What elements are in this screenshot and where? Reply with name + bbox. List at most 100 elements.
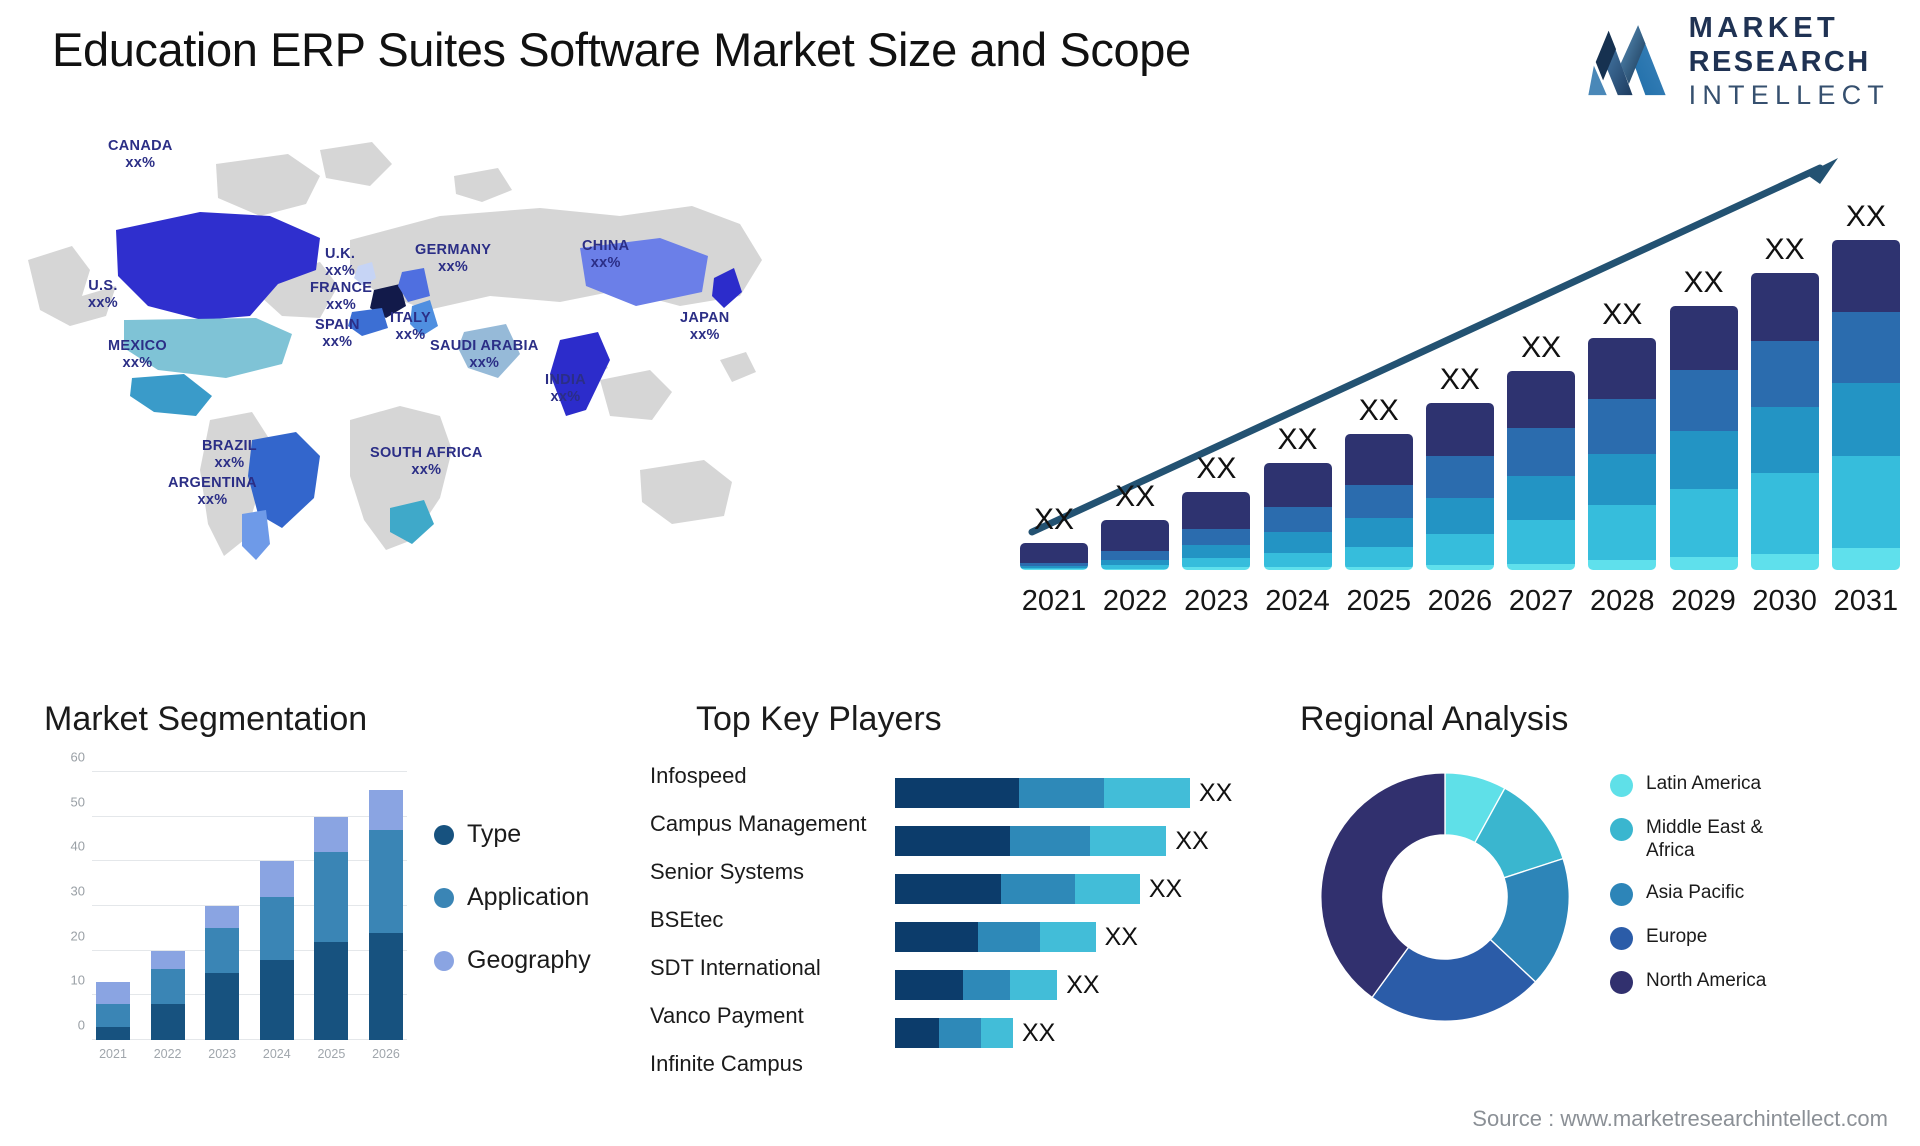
market-size-forecast-chart: XX XX XX XX XX XX XX XX XX XX XX 2021 2022 2023 2024 2… — [1020, 140, 1900, 620]
forecast-segment-segment-3 — [1263, 532, 1332, 553]
legend-label: Middle East & Africa — [1646, 817, 1764, 862]
legend-label: Latin America — [1646, 773, 1762, 794]
forecast-segment-segment-5 — [1344, 434, 1413, 485]
segmentation-segment-application — [96, 1004, 130, 1027]
player-bar: XX — [895, 922, 1138, 952]
forecast-bar-stack — [1669, 306, 1738, 570]
segmentation-y-tick: 0 — [77, 1017, 85, 1033]
forecast-segment-segment-2 — [1263, 552, 1332, 568]
players-title: Top Key Players — [696, 700, 942, 738]
forecast-bar-2030: XX — [1750, 233, 1819, 570]
forecast-bar-stack — [1101, 519, 1170, 570]
country-argentina — [242, 510, 270, 560]
segmentation-bar-2022 — [150, 950, 185, 1040]
legend-dot-latin-america — [1610, 774, 1633, 797]
forecast-bar-2021: XX — [1020, 502, 1088, 570]
regional-donut-chart — [1320, 772, 1570, 1022]
forecast-bar-value: XX — [1521, 331, 1562, 365]
forecast-bar-2024: XX — [1263, 423, 1332, 570]
forecast-bar-stack — [1588, 338, 1657, 570]
forecast-bar-value: XX — [1033, 502, 1075, 536]
regional-legend-item: Latin America — [1610, 772, 1811, 797]
forecast-bar-2031: XX — [1831, 200, 1900, 570]
segmentation-segment-geography — [368, 789, 403, 831]
player-bar: XX — [895, 970, 1100, 1000]
player-segment-seg-a — [895, 1018, 940, 1048]
forecast-bar-value: XX — [1439, 363, 1480, 397]
player-segment-seg-b — [1010, 826, 1090, 856]
forecast-segment-segment-1 — [1507, 563, 1576, 570]
forecast-segment-segment-1 — [1344, 567, 1413, 570]
forecast-segment-segment-4 — [1507, 427, 1576, 476]
regional-legend-item: Asia Pacific — [1610, 881, 1811, 907]
forecast-segment-segment-5 — [1182, 492, 1251, 529]
country-mexico — [130, 374, 212, 416]
forecast-segment-segment-1 — [1831, 548, 1900, 570]
forecast-segment-segment-4 — [1750, 340, 1819, 407]
regional-legend-item: Europe — [1610, 925, 1811, 951]
legend-dot-europe — [1610, 927, 1633, 951]
forecast-bar-stack — [1831, 240, 1900, 570]
segmentation-bar-2025 — [314, 816, 349, 1040]
forecast-segment-segment-3 — [1425, 497, 1494, 535]
forecast-segment-segment-1 — [1669, 557, 1738, 570]
legend-dot-application — [434, 887, 454, 908]
market-segmentation-panel: Market Segmentation 0 10 20 30 40 50 60 2021 20… — [44, 700, 644, 1100]
segmentation-y-tick: 30 — [70, 883, 85, 899]
forecast-segment-segment-5 — [1669, 306, 1738, 371]
segmentation-segment-type — [314, 941, 349, 1040]
map-label-india: INDIA xx% — [545, 372, 586, 406]
segmentation-segment-type — [259, 959, 294, 1040]
logo-line-1: MARKET — [1688, 12, 1840, 44]
legend-dot-asia-pacific — [1610, 883, 1633, 907]
forecast-year-label: 2026 — [1427, 585, 1493, 617]
forecast-segment-segment-5 — [1263, 462, 1332, 507]
segmentation-segment-application — [259, 897, 294, 960]
segmentation-x-tick: 2022 — [153, 1047, 182, 1061]
segmentation-segment-geography — [96, 981, 130, 1005]
forecast-bar-stack — [1507, 371, 1576, 570]
world-map: CANADA xx% U.S. xx% MEXICO xx% BRAZIL xx% AR… — [20, 120, 830, 560]
player-segment-seg-b — [1001, 874, 1075, 904]
forecast-segment-segment-3 — [1750, 406, 1819, 473]
forecast-year-label: 2029 — [1671, 585, 1736, 617]
player-row: Infinite Campus XX — [650, 1018, 1290, 1088]
legend-label: Europe — [1646, 926, 1708, 948]
forecast-segment-segment-4 — [1182, 528, 1251, 546]
source-note: Source : www.marketresearchintellect.com — [1472, 1106, 1888, 1131]
map-label-japan: JAPAN xx% — [680, 310, 730, 344]
player-segment-seg-b — [977, 922, 1040, 952]
segmentation-x-tick: 2021 — [99, 1047, 127, 1061]
segmentation-segment-geography — [205, 906, 240, 929]
player-segment-seg-a — [895, 922, 978, 952]
player-name: Campus Management — [650, 811, 867, 836]
legend-dot-north-america — [1610, 971, 1633, 995]
map-label-brazil: BRAZIL xx% — [202, 438, 257, 472]
forecast-segment-segment-3 — [1669, 430, 1738, 490]
forecast-segment-segment-4 — [1263, 506, 1332, 533]
segmentation-bar-2021 — [96, 981, 130, 1040]
forecast-bar-value: XX — [1358, 394, 1399, 428]
player-segment-seg-c — [1074, 874, 1140, 904]
logo-line-2: RESEARCH — [1688, 46, 1871, 78]
forecast-segment-segment-1 — [1020, 569, 1088, 570]
forecast-year-label: 2024 — [1265, 585, 1330, 617]
segmentation-segment-application — [368, 830, 403, 933]
forecast-segment-segment-5 — [1425, 403, 1494, 457]
segmentation-x-tick: 2026 — [372, 1047, 400, 1061]
forecast-segment-segment-1 — [1101, 569, 1170, 570]
player-segment-seg-a — [895, 778, 1019, 808]
forecast-segment-segment-4 — [1344, 484, 1413, 518]
segmentation-segment-type — [150, 1004, 185, 1040]
map-label-spain: SPAIN xx% — [315, 317, 360, 351]
player-value: XX — [1198, 778, 1233, 807]
player-bar: XX — [895, 874, 1182, 904]
player-segment-seg-a — [895, 826, 1011, 856]
player-value: XX — [1066, 970, 1100, 999]
legend-label: Application — [467, 883, 590, 911]
player-name: Vanco Payment — [650, 1003, 804, 1028]
segmentation-segment-geography — [150, 950, 185, 969]
regional-legend-item: Middle East & Africa — [1610, 816, 1811, 862]
forecast-bar-2026: XX — [1425, 363, 1494, 570]
forecast-bar-2025: XX — [1344, 394, 1413, 570]
